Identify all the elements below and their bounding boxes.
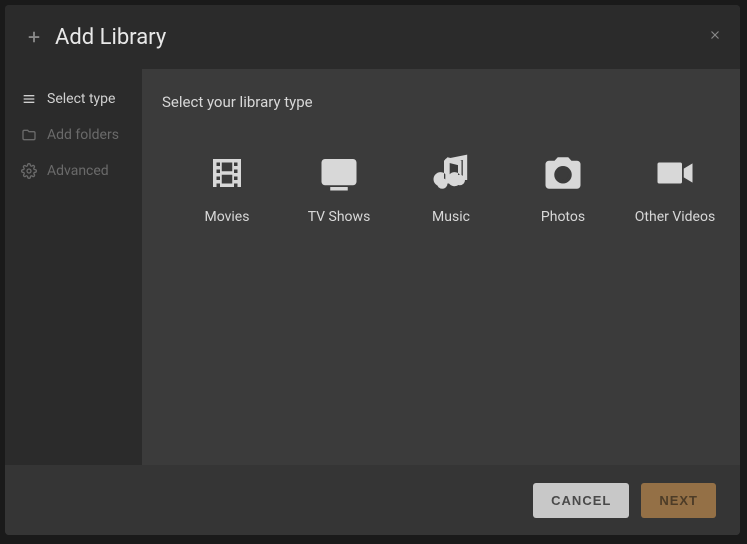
- camera-icon: [539, 151, 587, 195]
- plus-icon: [25, 28, 43, 46]
- sidebar-item-label: Select type: [47, 91, 115, 107]
- sidebar-item-advanced[interactable]: Advanced: [5, 153, 142, 189]
- dialog-body: Select type Add folders Advanced: [5, 69, 740, 465]
- sidebar-item-label: Add folders: [47, 127, 119, 143]
- sidebar: Select type Add folders Advanced: [5, 69, 142, 465]
- type-card-photos[interactable]: Photos: [518, 151, 608, 225]
- sidebar-item-select-type[interactable]: Select type: [5, 81, 142, 117]
- library-type-grid: Movies TV Shows: [162, 151, 720, 225]
- type-label: Photos: [541, 209, 585, 225]
- dialog-header: Add Library: [5, 5, 740, 69]
- cancel-button[interactable]: CANCEL: [533, 483, 629, 518]
- type-label: Other Videos: [635, 209, 715, 225]
- next-button[interactable]: NEXT: [641, 483, 716, 518]
- folder-icon: [21, 127, 37, 143]
- dialog-footer: CANCEL NEXT: [5, 465, 740, 535]
- list-icon: [21, 91, 37, 107]
- video-icon: [651, 151, 699, 195]
- dialog-title: Add Library: [55, 25, 166, 50]
- type-label: Music: [432, 209, 470, 225]
- add-library-dialog: Add Library Select type: [5, 5, 740, 535]
- type-card-other-videos[interactable]: Other Videos: [630, 151, 720, 225]
- type-card-music[interactable]: Music: [406, 151, 496, 225]
- music-icon: [427, 151, 475, 195]
- type-label: TV Shows: [308, 209, 371, 225]
- content-heading: Select your library type: [162, 93, 720, 111]
- type-card-tvshows[interactable]: TV Shows: [294, 151, 384, 225]
- close-button[interactable]: [708, 27, 724, 43]
- content-area: Select your library type Movies: [142, 69, 740, 465]
- type-card-movies[interactable]: Movies: [182, 151, 272, 225]
- sidebar-item-add-folders[interactable]: Add folders: [5, 117, 142, 153]
- film-icon: [203, 151, 251, 195]
- tv-icon: [315, 151, 363, 195]
- type-label: Movies: [205, 209, 250, 225]
- sidebar-item-label: Advanced: [47, 163, 109, 179]
- gear-icon: [21, 163, 37, 179]
